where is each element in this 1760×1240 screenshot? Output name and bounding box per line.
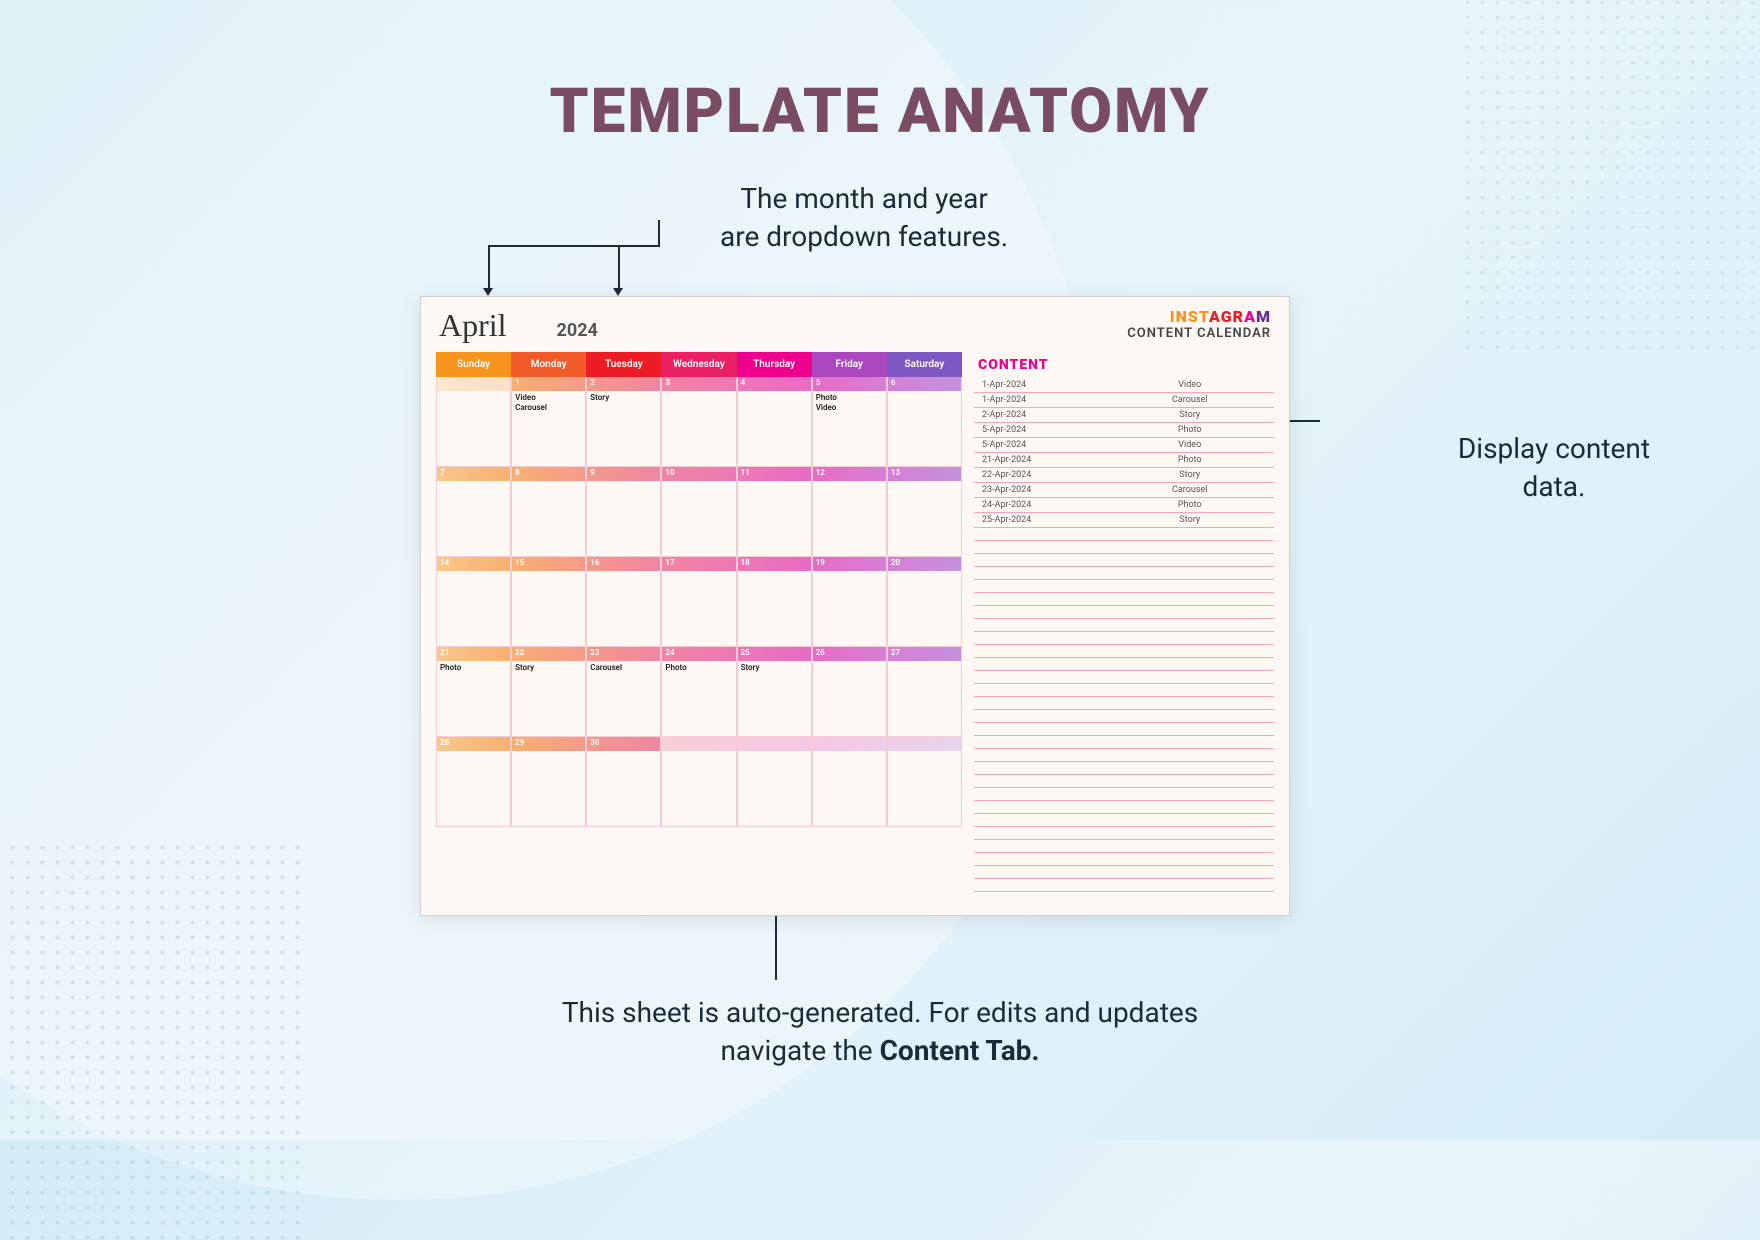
- empty-content-row: [974, 710, 1274, 723]
- empty-content-row: [974, 762, 1274, 775]
- page-title: TEMPLATE ANATOMY: [550, 75, 1211, 148]
- day-header: Wednesday: [661, 352, 736, 377]
- empty-content-row: [974, 749, 1274, 762]
- calendar-cell: [661, 737, 736, 827]
- empty-content-row: [974, 775, 1274, 788]
- empty-content-row: [974, 736, 1274, 749]
- calendar-cell: 20: [887, 557, 962, 647]
- calendar-cell: 11: [737, 467, 812, 557]
- empty-content-row: [974, 879, 1274, 892]
- empty-content-row: [974, 801, 1274, 814]
- empty-content-row: [974, 827, 1274, 840]
- empty-content-row: [974, 580, 1274, 593]
- calendar-cell: [812, 737, 887, 827]
- calendar-cell: 12: [812, 467, 887, 557]
- empty-content-row: [974, 866, 1274, 879]
- empty-content-row: [974, 528, 1274, 541]
- empty-content-row: [974, 632, 1274, 645]
- calendar-grid: SundayMondayTuesdayWednesdayThursdayFrid…: [436, 352, 962, 892]
- content-panel: CONTENT 1-Apr-2024Video1-Apr-2024Carouse…: [974, 352, 1274, 892]
- calendar-cell: 29: [511, 737, 586, 827]
- calendar-cell: 4: [737, 377, 812, 467]
- empty-content-row: [974, 814, 1274, 827]
- calendar-cell: 17: [661, 557, 736, 647]
- empty-content-row: [974, 606, 1274, 619]
- empty-content-row: [974, 619, 1274, 632]
- calendar-cell: 30: [586, 737, 661, 827]
- content-row: 1-Apr-2024Carousel: [974, 393, 1274, 408]
- content-heading: CONTENT: [974, 352, 1274, 378]
- day-header: Monday: [511, 352, 586, 377]
- calendar-cell: 8: [511, 467, 586, 557]
- calendar-cell: 5PhotoVideo: [812, 377, 887, 467]
- content-row: 24-Apr-2024Photo: [974, 498, 1274, 513]
- brand-title: INSTAGRAM CONTENT CALENDAR: [1127, 307, 1271, 344]
- day-header: Friday: [812, 352, 887, 377]
- empty-content-row: [974, 697, 1274, 710]
- calendar-cell: 21Photo: [436, 647, 511, 737]
- calendar-cell: 26: [812, 647, 887, 737]
- calendar-cell: 10: [661, 467, 736, 557]
- empty-content-row: [974, 593, 1274, 606]
- empty-content-row: [974, 788, 1274, 801]
- empty-content-row: [974, 671, 1274, 684]
- calendar-cell: 3: [661, 377, 736, 467]
- annotation-dropdown: The month and year are dropdown features…: [720, 180, 1008, 256]
- calendar-cell: 24Photo: [661, 647, 736, 737]
- calendar-cell: 25Story: [737, 647, 812, 737]
- day-header: Tuesday: [586, 352, 661, 377]
- calendar-cell: 7: [436, 467, 511, 557]
- empty-content-row: [974, 853, 1274, 866]
- calendar-cell: 16: [586, 557, 661, 647]
- empty-content-row: [974, 684, 1274, 697]
- calendar-cell: [436, 377, 511, 467]
- calendar-cell: 18: [737, 557, 812, 647]
- empty-content-row: [974, 567, 1274, 580]
- calendar-cell: 1VideoCarousel: [511, 377, 586, 467]
- calendar-cell: 19: [812, 557, 887, 647]
- content-row: 5-Apr-2024Video: [974, 438, 1274, 453]
- calendar-cell: [737, 737, 812, 827]
- calendar-cell: 22Story: [511, 647, 586, 737]
- content-row: 1-Apr-2024Video: [974, 378, 1274, 393]
- content-row: 22-Apr-2024Story: [974, 468, 1274, 483]
- calendar-cell: 13: [887, 467, 962, 557]
- empty-content-row: [974, 723, 1274, 736]
- empty-content-row: [974, 840, 1274, 853]
- empty-content-row: [974, 541, 1274, 554]
- content-row: 23-Apr-2024Carousel: [974, 483, 1274, 498]
- content-row: 2-Apr-2024Story: [974, 408, 1274, 423]
- calendar-cell: 2Story: [586, 377, 661, 467]
- content-row: 21-Apr-2024Photo: [974, 453, 1274, 468]
- empty-content-row: [974, 645, 1274, 658]
- day-header: Saturday: [887, 352, 962, 377]
- annotation-autogenerated: This sheet is auto-generated. For edits …: [562, 957, 1198, 1070]
- calendar-cell: 27: [887, 647, 962, 737]
- content-row: 25-Apr-2024Story: [974, 513, 1274, 528]
- calendar-cell: 14: [436, 557, 511, 647]
- calendar-cell: 6: [887, 377, 962, 467]
- calendar-cell: 23Carousel: [586, 647, 661, 737]
- calendar-template: April 2024 INSTAGRAM CONTENT CALENDAR Su…: [420, 296, 1290, 916]
- calendar-cell: 15: [511, 557, 586, 647]
- day-header: Thursday: [737, 352, 812, 377]
- annotation-content-data: Display content data.: [1458, 430, 1650, 506]
- day-header: Sunday: [436, 352, 511, 377]
- empty-content-row: [974, 554, 1274, 567]
- calendar-cell: 28: [436, 737, 511, 827]
- empty-content-row: [974, 658, 1274, 671]
- calendar-cell: [887, 737, 962, 827]
- year-dropdown[interactable]: 2024: [557, 320, 598, 341]
- month-dropdown[interactable]: April: [439, 307, 507, 344]
- calendar-cell: 9: [586, 467, 661, 557]
- content-row: 5-Apr-2024Photo: [974, 423, 1274, 438]
